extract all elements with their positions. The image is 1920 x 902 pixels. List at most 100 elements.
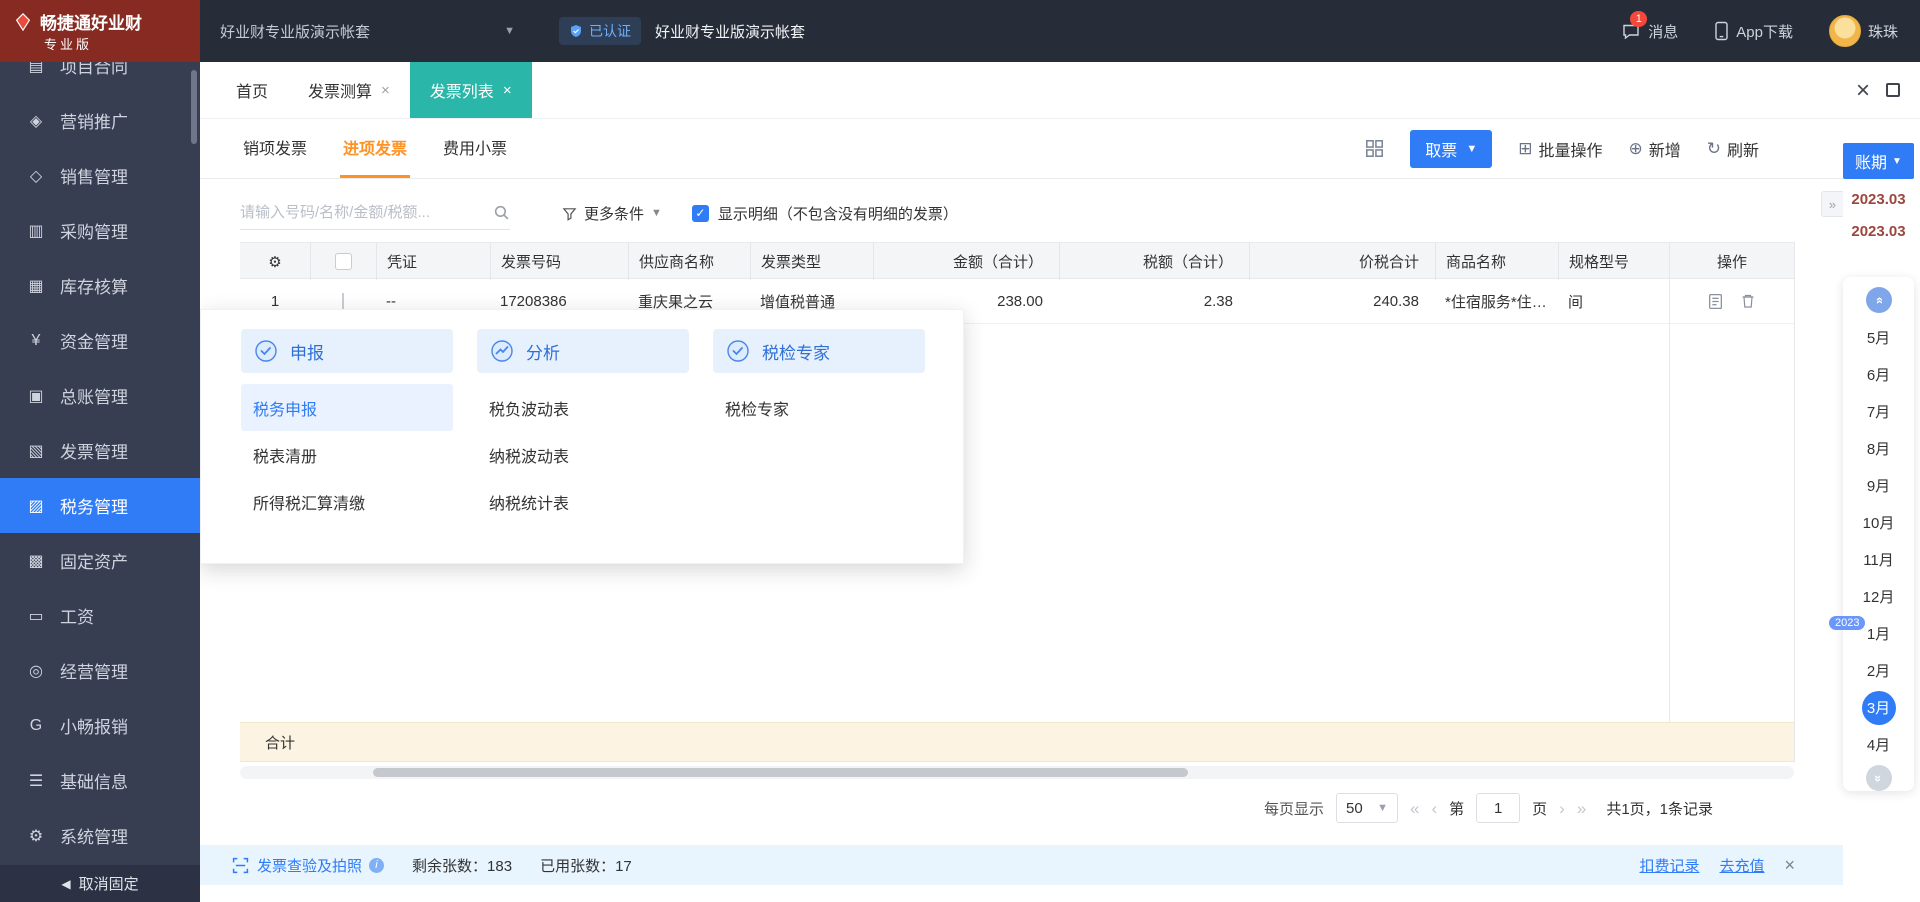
sidebar-scrollbar-thumb[interactable] (191, 70, 197, 144)
row-checkbox[interactable] (342, 292, 344, 310)
popup-item[interactable]: 纳税波动表 (477, 431, 689, 478)
month-item[interactable]: 10月 (1843, 504, 1914, 541)
close-bar-icon[interactable]: × (1784, 855, 1795, 876)
sidebar-item-general-ledger[interactable]: ▣ 总账管理 (0, 368, 200, 423)
table-total-row: 合计 (240, 722, 1794, 762)
sidebar-item-project-contract[interactable]: ▤ 项目合同 (0, 62, 200, 93)
show-detail-checkbox-wrap[interactable]: ✓ 显示明细（不包含没有明细的发票） (691, 203, 958, 224)
invoice-check-link[interactable]: 发票查验及拍照 (257, 855, 362, 876)
inventory-icon: ▦ (28, 277, 44, 295)
month-item[interactable]: 7月 (1843, 393, 1914, 430)
refresh-button[interactable]: ↻ 刷新 (1707, 137, 1759, 161)
sidebar-item-fixed-assets[interactable]: ▩ 固定资产 (0, 533, 200, 588)
month-item[interactable]: 12月 (1843, 578, 1914, 615)
topbar: 畅捷通好业财 专业版 好业财专业版演示帐套 ▼ 已认证 好业财专业版演示帐套 1… (0, 0, 1920, 62)
operations-icon: ◎ (29, 662, 43, 680)
sidebar-item-marketing[interactable]: ◈ 营销推广 (0, 93, 200, 148)
panel-collapse-icon[interactable]: » (1821, 191, 1843, 217)
scroll-months-down-icon[interactable]: » (1865, 765, 1892, 791)
month-label: 7月 (1866, 404, 1891, 421)
fee-record-link[interactable]: 扣费记录 (1639, 855, 1699, 876)
tab-close-icon[interactable]: × (503, 82, 512, 99)
tab-home[interactable]: 首页 (216, 62, 288, 118)
sidebar-item-basic-info[interactable]: ☰ 基础信息 (0, 753, 200, 808)
subtab-output-invoice[interactable]: 销项发票 (240, 119, 310, 178)
sidebar-item-salary[interactable]: ▭ 工资 (0, 588, 200, 643)
sales-icon: ◇ (29, 167, 43, 185)
per-page-select[interactable]: 50 ▼ (1336, 793, 1398, 823)
page-number-input[interactable] (1476, 793, 1521, 823)
take-invoice-button[interactable]: 取票 ▼ (1410, 129, 1493, 168)
select-all-checkbox[interactable] (335, 253, 352, 270)
sidebar-item-xiaochang-expense[interactable]: G 小畅报销 (0, 698, 200, 753)
cell-amount: 238.00 (997, 292, 1043, 310)
tab-invoice-calc[interactable]: 发票测算 × (288, 62, 410, 118)
popup-item[interactable]: 纳税统计表 (477, 478, 689, 525)
info-icon[interactable]: i (369, 857, 385, 873)
subtab-expense-receipt[interactable]: 费用小票 (440, 119, 510, 178)
month-label: 11月 (1863, 552, 1894, 569)
scroll-months-up-icon[interactable]: » (1865, 287, 1892, 313)
cell-spec: 间 (1568, 293, 1584, 311)
batch-operations-button[interactable]: ⊞ 批量操作 (1518, 137, 1602, 161)
month-item[interactable]: 5月 (1843, 319, 1914, 356)
search-input[interactable] (240, 204, 487, 221)
first-page-icon[interactable]: « (1410, 800, 1419, 817)
column-settings-gear-icon[interactable]: ⚙ (240, 243, 310, 280)
card-view-toggle-icon[interactable] (1365, 139, 1384, 158)
refresh-icon: ↻ (1706, 139, 1721, 158)
month-item[interactable]: 11月 (1843, 541, 1914, 578)
next-page-icon[interactable]: › (1559, 800, 1565, 817)
more-filters-button[interactable]: 更多条件 ▼ (562, 203, 662, 224)
sidebar-item-system[interactable]: ⚙ 系统管理 (0, 808, 200, 863)
popup-item[interactable]: 税务申报 (241, 384, 453, 431)
popup-section-title: 税检专家 (762, 343, 830, 363)
account-period-button[interactable]: 账期 ▼ (1843, 143, 1914, 179)
month-item[interactable]: 3月 (1843, 689, 1914, 726)
sidebar-item-operations[interactable]: ◎ 经营管理 (0, 643, 200, 698)
subtab-input-invoice[interactable]: 进项发票 (340, 119, 411, 178)
app-download-label: App下载 (1736, 23, 1793, 41)
close-workspace-icon[interactable]: × (1856, 62, 1870, 119)
app-download-button[interactable]: App下载 (1714, 21, 1793, 42)
month-item[interactable]: 8月 (1843, 430, 1914, 467)
account-set-dropdown[interactable]: 好业财专业版演示帐套 ▼ (220, 21, 515, 42)
sidebar-item-inventory[interactable]: ▦ 库存核算 (0, 258, 200, 313)
popup-item[interactable]: 所得税汇算清缴 (241, 478, 453, 525)
month-item[interactable]: 4月 (1843, 726, 1914, 763)
month-item[interactable]: 2月 (1843, 652, 1914, 689)
last-page-icon[interactable]: » (1577, 800, 1586, 817)
sidebar-item-purchase[interactable]: ▥ 采购管理 (0, 203, 200, 258)
sidebar-item-sales[interactable]: ◇ 销售管理 (0, 148, 200, 203)
horizontal-scrollbar-track (240, 766, 1794, 779)
horizontal-scrollbar-thumb[interactable] (373, 768, 1188, 777)
popup-item[interactable]: 税负波动表 (477, 384, 689, 431)
messages-button[interactable]: 1 消息 (1621, 10, 1678, 42)
sidebar-item-funds[interactable]: ¥ 资金管理 (0, 313, 200, 368)
sidebar-item-general-ledger-label: 总账管理 (60, 388, 128, 407)
sidebar-item-tax[interactable]: ▨ 税务管理 (0, 478, 200, 533)
logo-title: 畅捷通好业财 (40, 14, 142, 33)
sidebar-unpin-button[interactable]: ◀ 取消固定 (0, 865, 200, 902)
xiaochang-icon: G (29, 716, 43, 734)
cell-invoice_no: 17208386 (500, 292, 567, 310)
delete-icon[interactable] (1740, 293, 1756, 309)
popup-item[interactable]: 税检专家 (713, 384, 925, 431)
month-item[interactable]: 9月 (1843, 467, 1914, 504)
maximize-icon[interactable] (1886, 83, 1900, 97)
popup-item[interactable]: 税表清册 (241, 431, 453, 478)
generate-voucher-icon[interactable] (1707, 293, 1724, 310)
sidebar-item-invoice[interactable]: ▧ 发票管理 (0, 423, 200, 478)
prev-page-icon[interactable]: ‹ (1431, 800, 1437, 817)
user-menu[interactable]: 珠珠 (1828, 15, 1898, 47)
tab-invoice-list[interactable]: 发票列表 × (409, 62, 532, 118)
recharge-link[interactable]: 去充值 (1719, 855, 1764, 876)
show-detail-checkbox[interactable]: ✓ (691, 204, 709, 222)
search-icon[interactable] (493, 204, 510, 221)
month-item[interactable]: 6月 (1843, 356, 1914, 393)
month-picker: » 5月 6月 7月 8月 9月 10月 11月 12月 2023 1月 2月 3月 4月 » (1829, 277, 1914, 791)
tab-close-icon[interactable]: × (381, 82, 390, 99)
page-tabbar: 首页 发票测算 × 发票列表 × × (200, 62, 1920, 119)
month-item[interactable]: 2023 1月 (1829, 615, 1914, 652)
add-new-button[interactable]: ⊕ 新增 (1628, 137, 1680, 161)
